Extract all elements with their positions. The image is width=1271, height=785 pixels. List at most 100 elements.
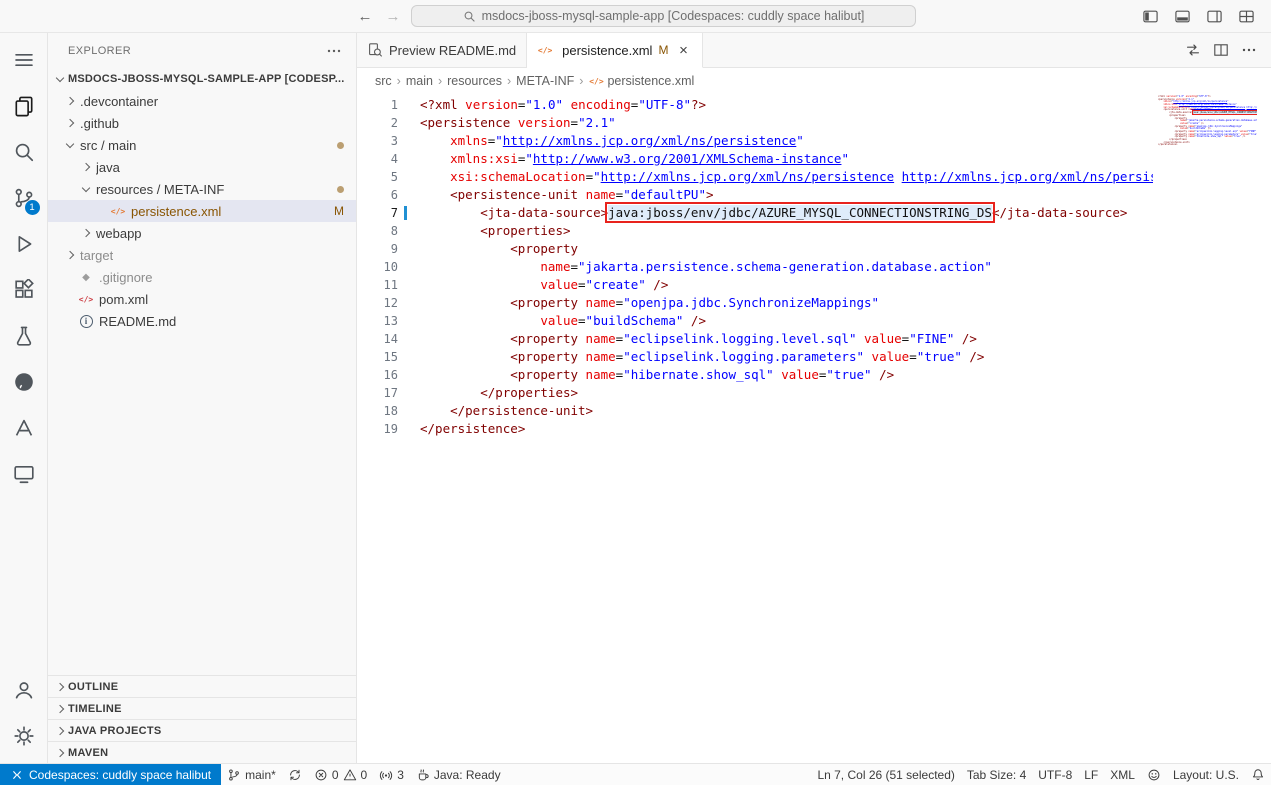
code-line[interactable]: 16<property name="hibernate.show_sql" va… — [357, 366, 1153, 384]
cursor-position-label: Ln 7, Col 26 (51 selected) — [817, 768, 954, 782]
account-button[interactable] — [0, 667, 48, 713]
code-line[interactable]: 6<persistence-unit name="defaultPU"> — [357, 186, 1153, 204]
code-line[interactable]: 5xsi:schemaLocation="http://xmlns.jcp.or… — [357, 168, 1153, 186]
split-editor-button[interactable] — [1213, 42, 1229, 58]
sidebar-section-outline[interactable]: OUTLINE — [48, 675, 356, 697]
code-line[interactable]: 7<jta-data-source>java:jboss/env/jdbc/AZ… — [357, 204, 1153, 222]
ports-button[interactable]: 3 — [373, 764, 410, 785]
extensions-icon — [13, 279, 35, 301]
code-line[interactable]: 2<persistence version="2.1" — [357, 114, 1153, 132]
encoding-button[interactable]: UTF-8 — [1032, 764, 1078, 785]
tree-folder-target[interactable]: target — [48, 244, 356, 266]
command-center-search[interactable]: msdocs-jboss-mysql-sample-app [Codespace… — [411, 5, 916, 27]
code-line[interactable]: 4xmlns:xsi="http://www.w3.org/2001/XMLSc… — [357, 150, 1153, 168]
breadcrumb-label: main — [406, 74, 433, 88]
editor-more-actions-button[interactable] — [1241, 42, 1257, 58]
nav-back-button[interactable] — [355, 8, 375, 25]
language-mode-button[interactable]: XML — [1104, 764, 1141, 785]
code-area: 1<?xml version="1.0" encoding="UTF-8"?>2… — [357, 94, 1271, 763]
code-editor[interactable]: 1<?xml version="1.0" encoding="UTF-8"?>2… — [357, 94, 1153, 763]
activity-testing[interactable] — [0, 313, 48, 359]
tab-persistence-xml[interactable]: persistence.xml M — [527, 33, 703, 68]
close-tab-icon[interactable] — [674, 42, 692, 59]
notifications-bell-button[interactable] — [1245, 764, 1271, 785]
search-icon — [13, 141, 35, 163]
code-line[interactable]: 11value="create" /> — [357, 276, 1153, 294]
line-number: 7 — [357, 204, 398, 222]
branch-button[interactable]: main* — [221, 764, 282, 785]
toggle-secondary-sidebar-button[interactable] — [1206, 8, 1223, 25]
java-status-button[interactable]: Java: Ready — [410, 764, 507, 785]
tree-file-pom-xml[interactable]: pom.xml — [48, 288, 356, 310]
nav-forward-button[interactable] — [383, 8, 403, 25]
activity-extensions[interactable] — [0, 267, 48, 313]
code-line[interactable]: 17</properties> — [357, 384, 1153, 402]
code-line[interactable]: 18</persistence-unit> — [357, 402, 1153, 420]
explorer-more-actions-button[interactable] — [326, 43, 342, 59]
tree-file-persistence-xml[interactable]: persistence.xmlM — [48, 200, 356, 222]
overview-ruler[interactable] — [1257, 94, 1271, 763]
activity-remote-explorer[interactable] — [0, 451, 48, 497]
gutter — [398, 114, 420, 132]
code-line[interactable]: 3xmlns="http://xmlns.jcp.org/xml/ns/pers… — [357, 132, 1153, 150]
breadcrumb-item-src[interactable]: src — [375, 74, 392, 88]
eol-button[interactable]: LF — [1078, 764, 1104, 785]
code-line[interactable]: 1<?xml version="1.0" encoding="UTF-8"?> — [357, 96, 1153, 114]
sidebar-section-timeline[interactable]: TIMELINE — [48, 697, 356, 719]
tab-size-button[interactable]: Tab Size: 4 — [961, 764, 1032, 785]
code-line[interactable]: 14<property name="eclipselink.logging.le… — [357, 330, 1153, 348]
feedback-button[interactable] — [1141, 764, 1167, 785]
toggle-primary-sidebar-button[interactable] — [1142, 8, 1159, 25]
activity-explorer[interactable] — [0, 83, 48, 129]
activity-github[interactable] — [0, 359, 48, 405]
run-debug-icon — [13, 233, 35, 255]
code-line[interactable]: 15<property name="eclipselink.logging.pa… — [357, 348, 1153, 366]
cursor-position-button[interactable]: Ln 7, Col 26 (51 selected) — [811, 764, 960, 785]
tree-folder-java[interactable]: java — [48, 156, 356, 178]
activity-run-debug[interactable] — [0, 221, 48, 267]
activity-search[interactable] — [0, 129, 48, 175]
settings-button[interactable] — [0, 713, 48, 759]
chevron-right-icon — [52, 679, 68, 695]
tree-folder-devcontainer[interactable]: .devcontainer — [48, 90, 356, 112]
tab-preview-readme[interactable]: Preview README.md — [357, 33, 527, 67]
breadcrumb-item-persistence-xml[interactable]: persistence.xml — [588, 73, 694, 89]
tree-folder-resources-meta-inf[interactable]: resources / META-INF — [48, 178, 356, 200]
customize-layout-button[interactable] — [1238, 8, 1255, 25]
code-line[interactable]: 10name="jakarta.persistence.schema-gener… — [357, 258, 1153, 276]
activity-azure[interactable] — [0, 405, 48, 451]
remote-indicator-button[interactable]: Codespaces: cuddly space halibut — [0, 764, 221, 785]
chevron-right-icon — [78, 159, 94, 175]
toggle-panel-button[interactable] — [1174, 8, 1191, 25]
code-line[interactable]: 13value="buildSchema" /> — [357, 312, 1153, 330]
tree-file-readme-md[interactable]: README.md — [48, 310, 356, 332]
tree-root-folder[interactable]: MSDOCS-JBOSS-MYSQL-SAMPLE-APP [CODESP... — [48, 68, 356, 90]
problems-button[interactable]: 0 0 — [308, 764, 373, 785]
breadcrumb-item-resources[interactable]: resources — [447, 74, 502, 88]
breadcrumb-item-main[interactable]: main — [406, 74, 433, 88]
tree-folder-webapp[interactable]: webapp — [48, 222, 356, 244]
line-number: 16 — [357, 366, 398, 384]
code-line[interactable]: 19</persistence> — [357, 420, 1153, 438]
tree-item-label: .gitignore — [99, 270, 152, 285]
tree-folder-src-main[interactable]: src / main — [48, 134, 356, 156]
chevron-right-icon — [52, 745, 68, 761]
open-changes-button[interactable] — [1185, 42, 1201, 58]
code-line[interactable]: 8<properties> — [357, 222, 1153, 240]
tree-file-gitignore[interactable]: .gitignore — [48, 266, 356, 288]
minimap[interactable]: <?xml version="1.0" encoding="UTF-8"?><p… — [1153, 94, 1257, 763]
breadcrumb-item-meta-inf[interactable]: META-INF — [516, 74, 574, 88]
tree-folder-github[interactable]: .github — [48, 112, 356, 134]
sidebar-section-maven[interactable]: MAVEN — [48, 741, 356, 763]
code-line[interactable]: 12<property name="openjpa.jdbc.Synchroni… — [357, 294, 1153, 312]
sidebar-section-label: TIMELINE — [68, 703, 122, 715]
tree-item-label: .github — [80, 116, 119, 131]
code-line[interactable]: 9<property — [357, 240, 1153, 258]
highlighted-connection-string[interactable]: java:jboss/env/jdbc/AZURE_MYSQL_CONNECTI… — [608, 205, 992, 220]
gutter — [398, 402, 420, 420]
sync-button[interactable] — [282, 764, 308, 785]
menu-button[interactable] — [0, 37, 48, 83]
sidebar-section-java-projects[interactable]: JAVA PROJECTS — [48, 719, 356, 741]
activity-source-control[interactable]: 1 — [0, 175, 48, 221]
keyboard-layout-button[interactable]: Layout: U.S. — [1167, 764, 1245, 785]
